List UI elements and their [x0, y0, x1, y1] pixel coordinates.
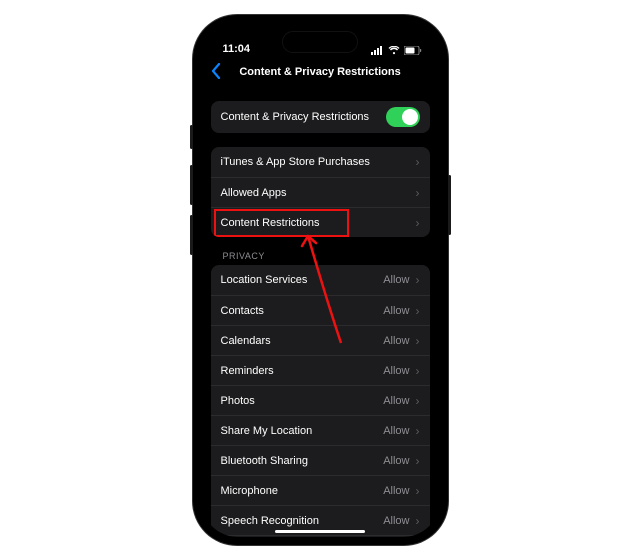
screen: 11:04 Content & Privacy Restrictions Con…	[201, 23, 440, 537]
power-button	[448, 175, 451, 235]
row-label: Microphone	[221, 485, 278, 497]
row-photos[interactable]: Photos Allow ›	[211, 385, 430, 415]
row-bluetooth-sharing[interactable]: Bluetooth Sharing Allow ›	[211, 445, 430, 475]
chevron-right-icon: ›	[416, 216, 420, 230]
section-header-privacy: Privacy	[211, 237, 430, 265]
toggle-content-privacy[interactable]	[386, 107, 420, 127]
chevron-right-icon: ›	[416, 424, 420, 438]
row-label: Reminders	[221, 365, 274, 377]
chevron-right-icon: ›	[416, 394, 420, 408]
chevron-right-icon: ›	[416, 155, 420, 169]
row-microphone[interactable]: Microphone Allow ›	[211, 475, 430, 505]
chevron-right-icon: ›	[416, 334, 420, 348]
dynamic-island	[282, 31, 358, 53]
row-value: Allow	[383, 515, 409, 527]
row-value: Allow	[383, 274, 409, 286]
volume-down-button	[190, 215, 193, 255]
row-calendars[interactable]: Calendars Allow ›	[211, 325, 430, 355]
chevron-right-icon: ›	[416, 273, 420, 287]
settings-group-store: iTunes & App Store Purchases › Allowed A…	[211, 147, 430, 237]
row-value: Allow	[383, 485, 409, 497]
row-label: Content & Privacy Restrictions	[221, 111, 370, 123]
row-label: Allowed Apps	[221, 187, 287, 199]
chevron-right-icon: ›	[416, 304, 420, 318]
row-value: Allow	[383, 365, 409, 377]
row-apple-advertising[interactable]: Apple Advertising Allow›	[211, 535, 430, 537]
row-itunes-purchases[interactable]: iTunes & App Store Purchases ›	[211, 147, 430, 177]
row-label: iTunes & App Store Purchases	[221, 156, 370, 168]
wifi-icon	[388, 46, 400, 55]
chevron-right-icon: ›	[416, 514, 420, 528]
row-label: Share My Location	[221, 425, 313, 437]
row-label: Photos	[221, 395, 255, 407]
row-label: Location Services	[221, 274, 308, 286]
settings-group-main: Content & Privacy Restrictions	[211, 101, 430, 133]
row-value: Allow	[383, 395, 409, 407]
row-content-privacy-restrictions[interactable]: Content & Privacy Restrictions	[211, 101, 430, 133]
row-share-my-location[interactable]: Share My Location Allow ›	[211, 415, 430, 445]
row-contacts[interactable]: Contacts Allow ›	[211, 295, 430, 325]
row-label: Calendars	[221, 335, 271, 347]
row-value: Allow	[383, 425, 409, 437]
chevron-right-icon: ›	[416, 454, 420, 468]
content-scroll[interactable]: Content & Privacy Restrictions iTunes & …	[201, 87, 440, 537]
side-button	[190, 125, 193, 149]
nav-bar: Content & Privacy Restrictions	[201, 57, 440, 87]
row-label: Content Restrictions	[221, 217, 320, 229]
chevron-right-icon: ›	[416, 484, 420, 498]
home-indicator[interactable]	[275, 530, 365, 533]
status-time: 11:04	[223, 43, 251, 55]
chevron-right-icon: ›	[416, 364, 420, 378]
row-allowed-apps[interactable]: Allowed Apps ›	[211, 177, 430, 207]
battery-icon	[404, 46, 422, 55]
row-label: Contacts	[221, 305, 264, 317]
cellular-icon	[371, 46, 384, 55]
row-label: Bluetooth Sharing	[221, 455, 308, 467]
phone-frame: 11:04 Content & Privacy Restrictions Con…	[193, 15, 448, 545]
chevron-right-icon: ›	[416, 186, 420, 200]
row-value: Allow	[383, 305, 409, 317]
row-label: Speech Recognition	[221, 515, 319, 527]
row-value: Allow	[383, 335, 409, 347]
row-reminders[interactable]: Reminders Allow ›	[211, 355, 430, 385]
settings-group-privacy: Location Services Allow › Contacts Allow ›…	[211, 265, 430, 537]
row-location-services[interactable]: Location Services Allow ›	[211, 265, 430, 295]
volume-up-button	[190, 165, 193, 205]
row-content-restrictions[interactable]: Content Restrictions ›	[211, 207, 430, 237]
row-value: Allow	[383, 455, 409, 467]
page-title: Content & Privacy Restrictions	[201, 66, 440, 78]
